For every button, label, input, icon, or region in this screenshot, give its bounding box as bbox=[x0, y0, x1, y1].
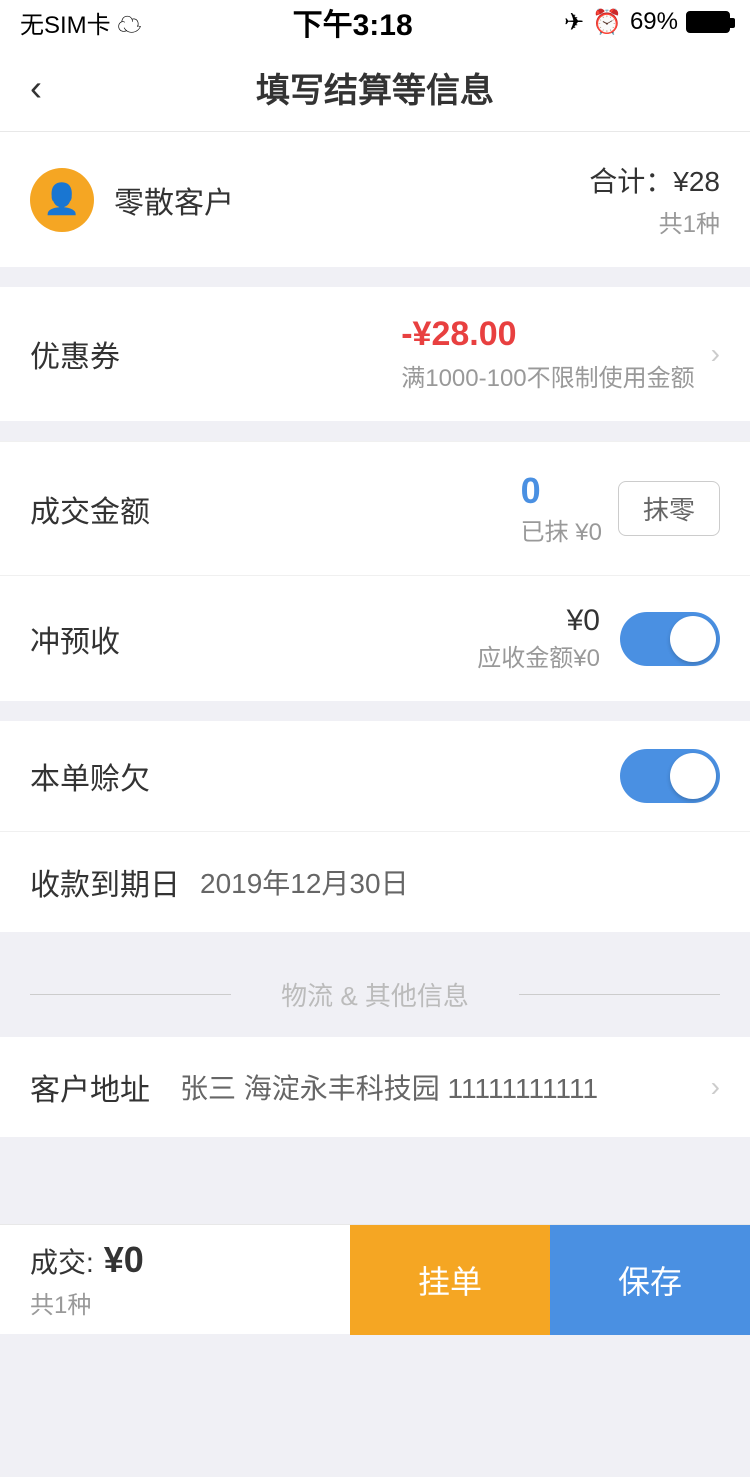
bottom-transaction: 成交: ¥0 bbox=[30, 1239, 320, 1281]
divider-line-right bbox=[519, 994, 720, 995]
address-section[interactable]: 客户地址 张三 海淀永丰科技园 11111111111 › bbox=[0, 1037, 750, 1137]
debt-toggle-knob bbox=[670, 753, 716, 799]
transaction-value-block: 0 已抹 ¥0 bbox=[521, 470, 602, 547]
bottom-info: 成交: ¥0 共1种 bbox=[0, 1239, 350, 1320]
due-date-value: 2019年12月30日 bbox=[200, 862, 409, 902]
customer-left: 👤 零散客户 bbox=[30, 168, 234, 232]
status-right: ✈ ⏰ 69% bbox=[564, 8, 730, 37]
bottom-transaction-label: 成交: bbox=[30, 1241, 94, 1281]
customer-name: 零散客户 bbox=[114, 178, 234, 222]
logistics-label: 物流 & 其他信息 bbox=[281, 976, 469, 1013]
prepay-values: ¥0 应收金额¥0 bbox=[477, 604, 600, 673]
back-button[interactable]: ‹ bbox=[30, 67, 42, 109]
transaction-sub: 已抹 ¥0 bbox=[521, 512, 602, 547]
nav-bar: ‹ 填写结算等信息 bbox=[0, 44, 750, 132]
toggle-knob bbox=[670, 616, 716, 662]
gap-4 bbox=[0, 932, 750, 952]
prepay-sub: 应收金额¥0 bbox=[477, 638, 600, 673]
save-button[interactable]: 保存 bbox=[550, 1225, 750, 1335]
prepay-row: 冲预收 ¥0 应收金额¥0 bbox=[0, 575, 750, 701]
debt-section: 本单赊欠 收款到期日 2019年12月30日 bbox=[0, 721, 750, 932]
gap-2 bbox=[0, 421, 750, 441]
coupon-value: -¥28.00 bbox=[401, 315, 694, 354]
transaction-row: 成交金额 0 已抹 ¥0 抹零 bbox=[0, 441, 750, 575]
transaction-label: 成交金额 bbox=[30, 487, 150, 531]
bottom-count: 共1种 bbox=[30, 1285, 320, 1320]
alarm-icon: ⏰ bbox=[592, 8, 622, 37]
avatar: 👤 bbox=[30, 168, 94, 232]
round-button[interactable]: 抹零 bbox=[618, 481, 720, 536]
coupon-chevron-icon: › bbox=[711, 338, 720, 370]
prepay-toggle[interactable] bbox=[620, 612, 720, 666]
battery-icon bbox=[686, 11, 730, 33]
due-date-label: 收款到期日 bbox=[30, 860, 180, 904]
battery-percent: 69% bbox=[630, 8, 678, 36]
divider-line-left bbox=[30, 994, 231, 995]
transaction-right: 0 已抹 ¥0 抹零 bbox=[521, 470, 720, 547]
status-bar: 无SIM卡 ☁ 下午3:18 ✈ ⏰ 69% bbox=[0, 0, 750, 44]
bottom-amount: ¥0 bbox=[104, 1239, 144, 1281]
total-amount: 合计：¥28 bbox=[589, 160, 720, 200]
prepay-value: ¥0 bbox=[477, 604, 600, 638]
prepay-right: ¥0 应收金额¥0 bbox=[477, 604, 720, 673]
address-label: 客户地址 bbox=[30, 1065, 150, 1109]
coupon-sub: 满1000-100不限制使用金额 bbox=[401, 358, 694, 393]
address-row[interactable]: 客户地址 张三 海淀永丰科技园 11111111111 › bbox=[0, 1037, 750, 1137]
due-date-row: 收款到期日 2019年12月30日 bbox=[0, 831, 750, 932]
coupon-row[interactable]: 优惠券 -¥28.00 满1000-100不限制使用金额 › bbox=[0, 287, 750, 421]
gap-5 bbox=[0, 1137, 750, 1157]
debt-toggle[interactable] bbox=[620, 749, 720, 803]
sim-label: 无SIM卡 ☁ bbox=[20, 5, 141, 40]
bottom-bar: 成交: ¥0 共1种 挂单 保存 bbox=[0, 1224, 750, 1334]
customer-row: 👤 零散客户 合计：¥28 共1种 bbox=[0, 132, 750, 267]
address-chevron-icon: › bbox=[711, 1071, 720, 1103]
coupon-value-block: -¥28.00 满1000-100不限制使用金额 bbox=[401, 315, 694, 393]
coupon-right: -¥28.00 满1000-100不限制使用金额 › bbox=[401, 315, 720, 393]
prepay-label: 冲预收 bbox=[30, 617, 120, 661]
gap-3 bbox=[0, 701, 750, 721]
transaction-value: 0 bbox=[521, 470, 602, 512]
customer-section: 👤 零散客户 合计：¥28 共1种 bbox=[0, 132, 750, 267]
hang-button[interactable]: 挂单 bbox=[350, 1225, 550, 1335]
page-title: 填写结算等信息 bbox=[256, 63, 494, 112]
logistics-divider: 物流 & 其他信息 bbox=[0, 952, 750, 1037]
transaction-section: 成交金额 0 已抹 ¥0 抹零 冲预收 ¥0 应收金额¥0 bbox=[0, 441, 750, 701]
customer-total: 合计：¥28 共1种 bbox=[589, 160, 720, 239]
total-count: 共1种 bbox=[589, 204, 720, 239]
gap-1 bbox=[0, 267, 750, 287]
location-icon: ✈ bbox=[564, 8, 584, 37]
status-left: 无SIM卡 ☁ bbox=[20, 5, 141, 40]
coupon-label: 优惠券 bbox=[30, 332, 120, 376]
debt-row: 本单赊欠 bbox=[0, 721, 750, 831]
debt-label: 本单赊欠 bbox=[30, 754, 150, 798]
address-value: 张三 海淀永丰科技园 11111111111 bbox=[180, 1067, 681, 1107]
status-time: 下午3:18 bbox=[293, 0, 413, 44]
coupon-section[interactable]: 优惠券 -¥28.00 满1000-100不限制使用金额 › bbox=[0, 287, 750, 421]
